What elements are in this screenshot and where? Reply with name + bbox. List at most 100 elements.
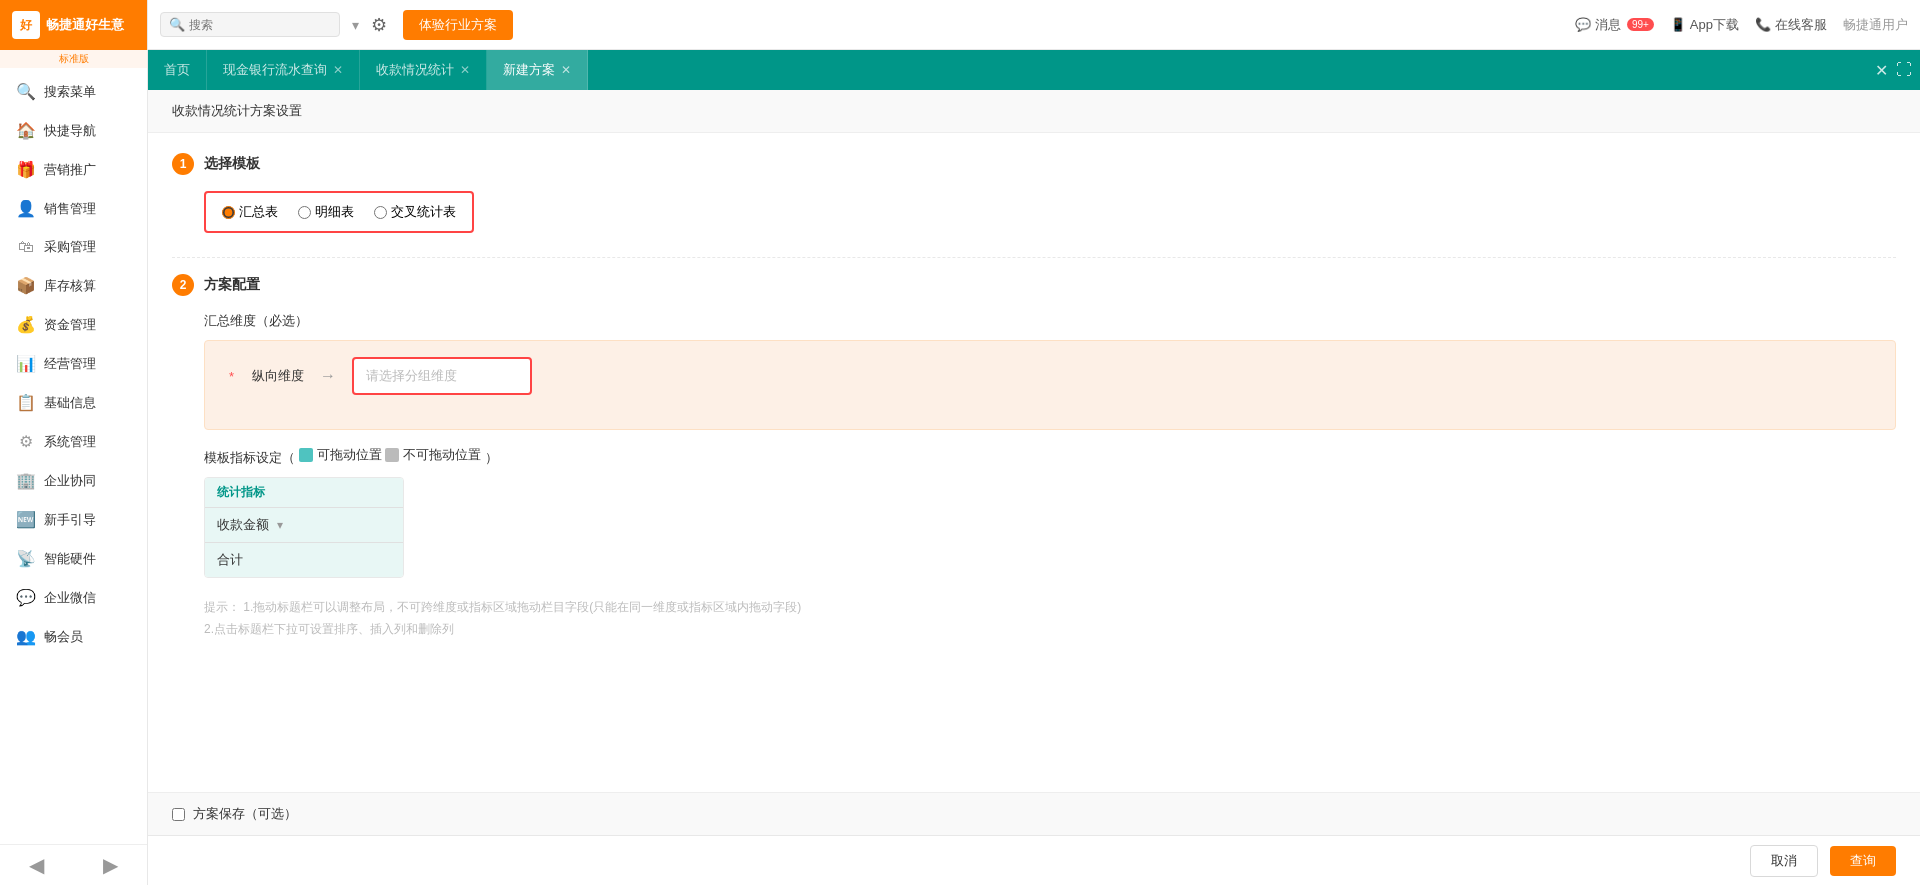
metrics-label: 模板指标设定（ 可拖动位置 不可拖动位置 ） — [204, 446, 1896, 467]
sidebar-item-label: 企业微信 — [44, 589, 96, 607]
search-icon: 🔍 — [169, 17, 185, 32]
step2-title: 方案配置 — [204, 276, 260, 294]
dimension-select[interactable]: 请选择分组维度 — [352, 357, 532, 395]
tab-new-scheme[interactable]: 新建方案 ✕ — [487, 50, 588, 90]
draggable-tag: 可拖动位置 — [299, 446, 382, 464]
sidebar-item-guide[interactable]: 🆕 新手引导 — [0, 500, 147, 539]
cancel-button[interactable]: 取消 — [1750, 845, 1818, 877]
radio-summary[interactable]: 汇总表 — [222, 203, 278, 221]
tips-line2: 2.点击标题栏下拉可设置排序、插入列和删除列 — [204, 619, 1864, 641]
sidebar: 好 畅捷通好生意 标准版 🔍 搜索菜单 🏠 快捷导航 🎁 营销推广 👤 销售管理… — [0, 0, 148, 885]
template-options: 汇总表 明细表 交叉统计表 — [204, 191, 474, 233]
sidebar-item-label: 营销推广 — [44, 161, 96, 179]
service-item[interactable]: 📞 在线客服 — [1755, 16, 1827, 34]
tips-line1: 提示： 1.拖动标题栏可以调整布局，不可跨维度或指标区域拖动栏目字段(只能在同一… — [204, 597, 1864, 619]
sidebar-item-label: 智能硬件 — [44, 550, 96, 568]
save-checkbox[interactable] — [172, 808, 185, 821]
member-icon: 👥 — [16, 627, 36, 646]
sidebar-item-search-menu[interactable]: 🔍 搜索菜单 — [0, 72, 147, 111]
sidebar-item-enterprise[interactable]: 🏢 企业协同 — [0, 461, 147, 500]
dimension-subsection: 汇总维度（必选） * 纵向维度 → 请选择分组维度 — [172, 312, 1896, 430]
radio-cross-input[interactable] — [374, 206, 387, 219]
service-icon: 📞 — [1755, 17, 1771, 32]
metrics-dropdown-icon[interactable]: ▾ — [277, 518, 283, 532]
radio-detail[interactable]: 明细表 — [298, 203, 354, 221]
footer: 取消 查询 — [148, 835, 1920, 885]
save-label: 方案保存（可选） — [193, 805, 297, 823]
search-box[interactable]: 🔍 — [160, 12, 340, 37]
funds-icon: 💰 — [16, 315, 36, 334]
tab-maximize-icon[interactable]: ⛶ — [1896, 61, 1912, 79]
tab-bank-flow-close[interactable]: ✕ — [333, 63, 343, 77]
service-label: 在线客服 — [1775, 16, 1827, 34]
tab-bank-flow[interactable]: 现金银行流水查询 ✕ — [207, 50, 360, 90]
sidebar-item-member[interactable]: 👥 畅会员 — [0, 617, 147, 656]
step1-section: 1 选择模板 汇总表 明细表 — [172, 153, 1896, 233]
tips-section: 提示： 1.拖动标题栏可以调整布局，不可跨维度或指标区域拖动栏目字段(只能在同一… — [204, 597, 1864, 640]
notification-item[interactable]: 💬 消息 99+ — [1575, 16, 1654, 34]
user-text: 畅捷通用户 — [1843, 16, 1908, 34]
sidebar-item-purchase[interactable]: 🛍 采购管理 — [0, 228, 147, 266]
step2-section: 2 方案配置 汇总维度（必选） * 纵向维度 → 请选择分组维度 — [172, 274, 1896, 640]
query-button[interactable]: 查询 — [1830, 846, 1896, 876]
sidebar-item-quick-nav[interactable]: 🏠 快捷导航 — [0, 111, 147, 150]
gear-icon[interactable]: ⚙ — [371, 14, 387, 36]
system-icon: ⚙ — [16, 432, 36, 451]
notification-label: 消息 — [1595, 16, 1621, 34]
sidebar-bottom-left-icon[interactable]: ◀ — [29, 853, 44, 877]
draggable-color-block — [299, 448, 313, 462]
sidebar-item-smart-hw[interactable]: 📡 智能硬件 — [0, 539, 147, 578]
sidebar-bottom: ◀ ▶ — [0, 844, 147, 885]
dimension-row: * 纵向维度 → 请选择分组维度 — [229, 357, 1871, 395]
sidebar-item-system[interactable]: ⚙ 系统管理 — [0, 422, 147, 461]
page-header: 收款情况统计方案设置 — [148, 90, 1920, 133]
breadcrumb: 收款情况统计方案设置 — [172, 103, 302, 118]
sidebar-item-operation[interactable]: 📊 经营管理 — [0, 344, 147, 383]
logo-title: 畅捷通好生意 — [46, 17, 124, 33]
topbar: 🔍 ▾ ⚙ 体验行业方案 💬 消息 99+ 📱 App下载 📞 在线客服 畅捷通… — [148, 0, 1920, 50]
dropdown-icon[interactable]: ▾ — [352, 17, 359, 33]
tab-receipt-stat-close[interactable]: ✕ — [460, 63, 470, 77]
sidebar-item-funds[interactable]: 💰 资金管理 — [0, 305, 147, 344]
sidebar-item-sales[interactable]: 👤 销售管理 — [0, 189, 147, 228]
home-icon: 🏠 — [16, 121, 36, 140]
sidebar-item-basic[interactable]: 📋 基础信息 — [0, 383, 147, 422]
metrics-item-label: 收款金额 — [217, 516, 269, 534]
tab-new-scheme-label: 新建方案 — [503, 61, 555, 79]
wechat-icon: 💬 — [16, 588, 36, 607]
search-menu-icon: 🔍 — [16, 82, 36, 101]
sidebar-item-wechat[interactable]: 💬 企业微信 — [0, 578, 147, 617]
radio-summary-input[interactable] — [222, 206, 235, 219]
metrics-item[interactable]: 收款金额 ▾ — [205, 508, 403, 542]
tab-bar: 首页 现金银行流水查询 ✕ 收款情况统计 ✕ 新建方案 ✕ ✕ ⛶ — [148, 50, 1920, 90]
radio-cross[interactable]: 交叉统计表 — [374, 203, 456, 221]
radio-cross-label: 交叉统计表 — [391, 203, 456, 221]
tab-new-scheme-close[interactable]: ✕ — [561, 63, 571, 77]
draggable-label: 可拖动位置 — [317, 446, 382, 464]
radio-detail-input[interactable] — [298, 206, 311, 219]
search-input[interactable] — [189, 18, 319, 32]
trial-button[interactable]: 体验行业方案 — [403, 10, 513, 40]
metrics-subsection: 模板指标设定（ 可拖动位置 不可拖动位置 ） — [172, 446, 1896, 581]
sidebar-item-label: 畅会员 — [44, 628, 83, 646]
step1-num: 1 — [172, 153, 194, 175]
non-draggable-color-block — [385, 448, 399, 462]
sidebar-bottom-right-icon[interactable]: ▶ — [103, 853, 118, 877]
arrow-right-icon: → — [320, 367, 336, 385]
sidebar-item-label: 新手引导 — [44, 511, 96, 529]
guide-icon: 🆕 — [16, 510, 36, 529]
tab-home[interactable]: 首页 — [148, 50, 207, 90]
tab-close-all-icon[interactable]: ✕ — [1875, 61, 1888, 80]
download-item[interactable]: 📱 App下载 — [1670, 16, 1739, 34]
sidebar-item-label: 基础信息 — [44, 394, 96, 412]
sidebar-item-label: 资金管理 — [44, 316, 96, 334]
sidebar-item-marketing[interactable]: 🎁 营销推广 — [0, 150, 147, 189]
download-icon: 📱 — [1670, 17, 1686, 32]
sidebar-item-label: 库存核算 — [44, 277, 96, 295]
metrics-area: 统计指标 收款金额 ▾ 合计 — [204, 477, 404, 578]
dimension-label: 汇总维度（必选） — [204, 312, 1896, 330]
tab-receipt-stat[interactable]: 收款情况统计 ✕ — [360, 50, 487, 90]
non-draggable-label: 不可拖动位置 — [403, 446, 481, 464]
sidebar-item-inventory[interactable]: 📦 库存核算 — [0, 266, 147, 305]
metrics-sum: 合计 — [205, 542, 403, 577]
